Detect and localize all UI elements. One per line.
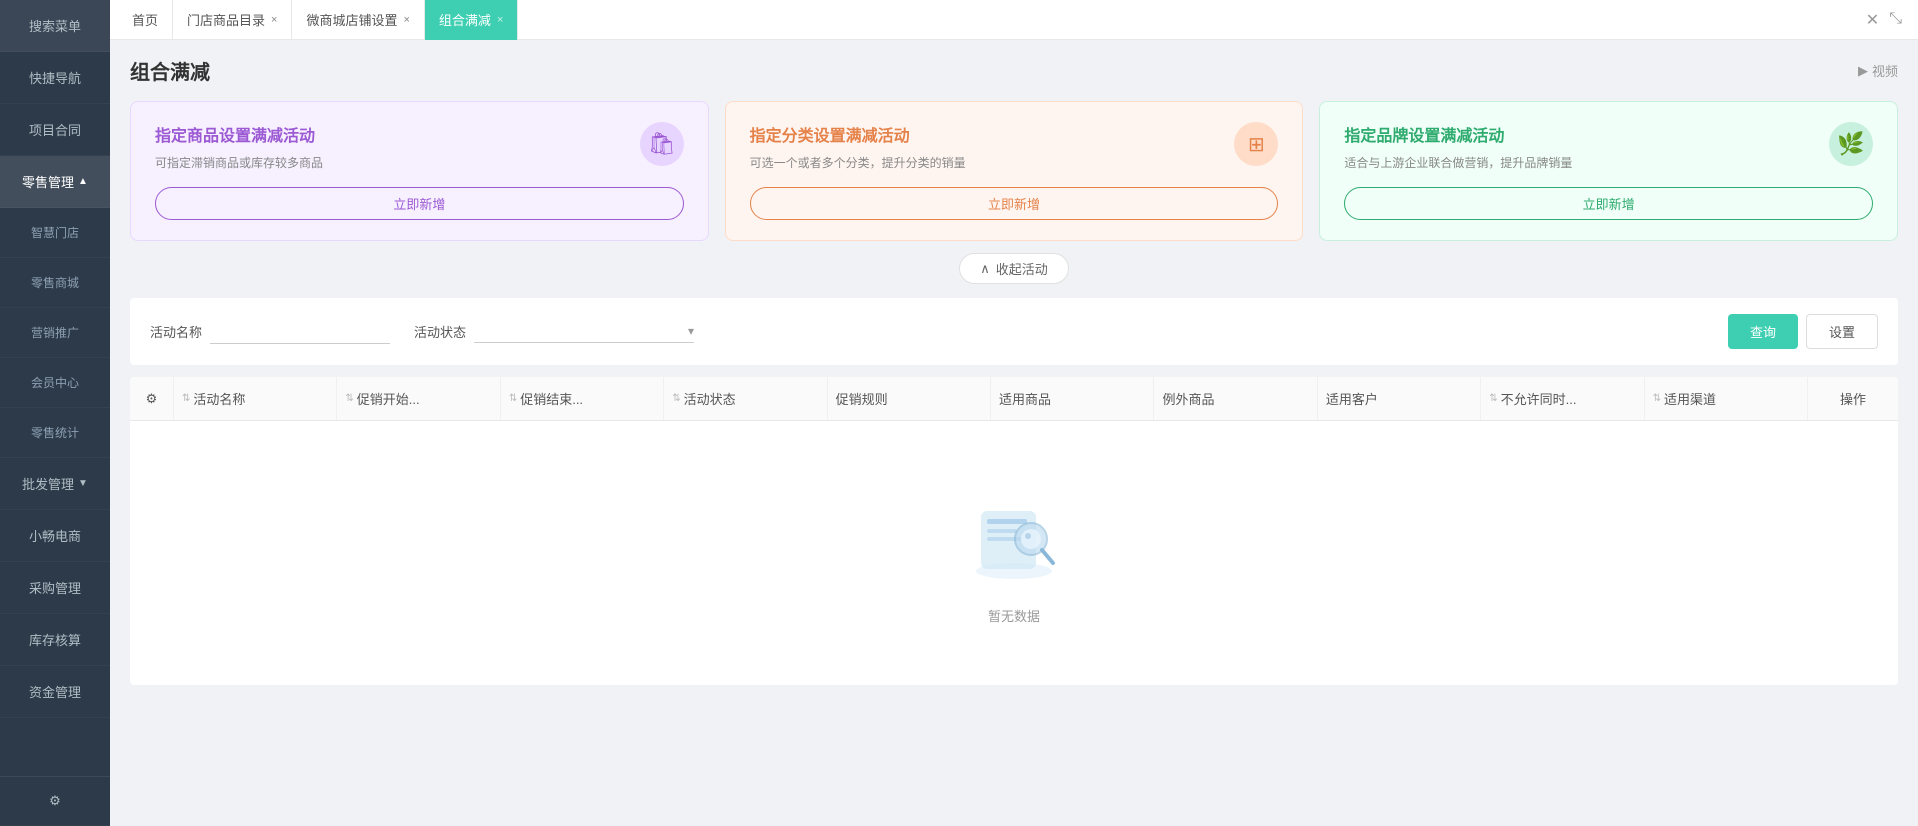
card-brand-icon: 🌿 <box>1829 122 1873 166</box>
tab-micro-store[interactable]: 微商城店铺设置 × <box>292 0 424 40</box>
th-sort-icon[interactable]: ⇅ <box>182 394 190 404</box>
filter-activity-status-label: 活动状态 <box>414 322 466 341</box>
sidebar-item-members[interactable]: 会员中心 <box>0 358 110 408</box>
page-header: 组合满减 ▶ 视频 <box>130 56 1898 85</box>
activity-status-select[interactable]: ▾ <box>474 320 694 343</box>
tab-store-catalog-close[interactable]: × <box>271 14 277 26</box>
empty-illustration <box>959 481 1069 594</box>
sidebar-item-smartstore[interactable]: 智慧门店 <box>0 208 110 258</box>
sidebar: 搜索菜单 快捷导航 项目合同 零售管理 ▲ 智慧门店 零售商城 营销推广 会员中… <box>0 0 110 826</box>
th-sort-icon-6[interactable]: ⇅ <box>1653 394 1661 404</box>
th-applicable-customers: 适用客户 <box>1318 377 1481 420</box>
setting-button[interactable]: 设置 <box>1806 314 1878 349</box>
page-title: 组合满减 <box>130 56 210 85</box>
card-category: 指定分类设置满减活动 可选一个或者多个分类，提升分类的销量 ⊞ 立即新增 <box>725 101 1304 241</box>
card-brand-title: 指定品牌设置满减活动 <box>1344 122 1813 146</box>
sidebar-item-search[interactable]: 搜索菜单 <box>0 0 110 52</box>
data-table: ⚙ ⇅ 活动名称 ⇅ 促销开始... ⇅ 促销结束... ⇅ 活动状态 <box>130 377 1898 685</box>
card-brand: 指定品牌设置满减活动 适合与上游企业联合做营销，提升品牌销量 🌿 立即新增 <box>1319 101 1898 241</box>
th-promo-rule: 促销规则 <box>828 377 991 420</box>
th-sort-icon-2[interactable]: ⇅ <box>345 394 353 404</box>
th-gear[interactable]: ⚙ <box>130 377 174 420</box>
table-header: ⚙ ⇅ 活动名称 ⇅ 促销开始... ⇅ 促销结束... ⇅ 活动状态 <box>130 377 1898 421</box>
window-controls: ✕ ⤡ <box>1866 10 1910 30</box>
tab-micro-store-close[interactable]: × <box>403 14 409 26</box>
sidebar-item-ecommerce[interactable]: 小畅电商 <box>0 510 110 562</box>
card-brand-add-button[interactable]: 立即新增 <box>1344 187 1873 220</box>
sidebar-item-retailmall[interactable]: 零售商城 <box>0 258 110 308</box>
th-sort-icon-4[interactable]: ⇅ <box>672 394 680 404</box>
collapse-icon: ∧ <box>980 261 990 277</box>
th-sort-icon-5[interactable]: ⇅ <box>1489 394 1497 404</box>
cards-row: 指定商品设置满减活动 可指定滞销商品或库存较多商品 🛍 立即新增 指定分类设置满… <box>130 101 1898 241</box>
empty-state: 暂无数据 <box>130 421 1898 685</box>
card-category-title: 指定分类设置满减活动 <box>750 122 1219 146</box>
card-brand-desc: 适合与上游企业联合做营销，提升品牌销量 <box>1344 154 1813 171</box>
filter-activity-name-label: 活动名称 <box>150 322 202 341</box>
sidebar-item-finance[interactable]: 资金管理 <box>0 666 110 718</box>
th-activity-name: ⇅ 活动名称 <box>174 377 337 420</box>
wholesale-arrow-icon: ▼ <box>78 478 88 489</box>
collapse-bar: ∧ 收起活动 <box>130 253 1898 284</box>
tab-combo-discount-close[interactable]: × <box>497 14 503 26</box>
th-sort-icon-3[interactable]: ⇅ <box>509 394 517 404</box>
content-area: 组合满减 ▶ 视频 指定商品设置满减活动 可指定滞销商品或库存较多商品 🛍 立即… <box>110 40 1918 826</box>
tab-home[interactable]: 首页 <box>118 0 173 40</box>
query-button[interactable]: 查询 <box>1728 314 1798 349</box>
th-exception-products: 例外商品 <box>1154 377 1317 420</box>
filter-activity-name: 活动名称 <box>150 320 390 344</box>
retail-arrow-icon: ▲ <box>78 176 88 187</box>
main-area: 首页 门店商品目录 × 微商城店铺设置 × 组合满减 × ✕ ⤡ 组合满减 ▶ … <box>110 0 1918 826</box>
chevron-down-icon: ▾ <box>688 324 694 338</box>
window-expand-icon[interactable]: ⤡ <box>1889 10 1902 30</box>
card-product-desc: 可指定滞销商品或库存较多商品 <box>155 154 624 171</box>
card-category-add-button[interactable]: 立即新增 <box>750 187 1279 220</box>
card-product-title: 指定商品设置满减活动 <box>155 122 624 146</box>
card-category-desc: 可选一个或者多个分类，提升分类的销量 <box>750 154 1219 171</box>
sidebar-item-shortcuts[interactable]: 快捷导航 <box>0 52 110 104</box>
sidebar-item-wholesale[interactable]: 批发管理 ▼ <box>0 458 110 510</box>
th-applicable-channel: ⇅ 适用渠道 <box>1645 377 1808 420</box>
table-settings-icon[interactable]: ⚙ <box>146 391 158 407</box>
sidebar-item-retailstats[interactable]: 零售统计 <box>0 408 110 458</box>
filter-bar: 活动名称 活动状态 ▾ 查询 设置 <box>130 298 1898 365</box>
card-product-icon: 🛍 <box>640 122 684 166</box>
th-action: 操作 <box>1808 377 1898 420</box>
th-promo-start: ⇅ 促销开始... <box>337 377 500 420</box>
card-product: 指定商品设置满减活动 可指定滞销商品或库存较多商品 🛍 立即新增 <box>130 101 709 241</box>
th-applicable-products: 适用商品 <box>991 377 1154 420</box>
tab-store-catalog[interactable]: 门店商品目录 × <box>173 0 292 40</box>
sidebar-item-purchase[interactable]: 采购管理 <box>0 562 110 614</box>
th-no-stack: ⇅ 不允许同时... <box>1481 377 1644 420</box>
empty-text: 暂无数据 <box>988 606 1040 625</box>
filter-actions: 查询 设置 <box>1728 314 1878 349</box>
sidebar-item-settings[interactable]: ⚙ <box>0 777 110 826</box>
sidebar-item-marketing[interactable]: 营销推广 <box>0 308 110 358</box>
card-product-add-button[interactable]: 立即新增 <box>155 187 684 220</box>
tab-combo-discount[interactable]: 组合满减 × <box>425 0 518 40</box>
th-activity-status: ⇅ 活动状态 <box>664 377 827 420</box>
video-link[interactable]: ▶ 视频 <box>1858 61 1898 80</box>
tab-bar: 首页 门店商品目录 × 微商城店铺设置 × 组合满减 × ✕ ⤡ <box>110 0 1918 40</box>
sidebar-item-contracts[interactable]: 项目合同 <box>0 104 110 156</box>
window-close-icon[interactable]: ✕ <box>1866 10 1879 30</box>
th-promo-end: ⇅ 促销结束... <box>501 377 664 420</box>
sidebar-item-retail[interactable]: 零售管理 ▲ <box>0 156 110 208</box>
gear-icon: ⚙ <box>49 793 61 808</box>
sidebar-item-inventory[interactable]: 库存核算 <box>0 614 110 666</box>
filter-activity-status: 活动状态 ▾ <box>414 320 694 343</box>
activity-name-input[interactable] <box>210 320 390 344</box>
play-icon: ▶ <box>1858 63 1868 79</box>
collapse-button[interactable]: ∧ 收起活动 <box>959 253 1069 284</box>
